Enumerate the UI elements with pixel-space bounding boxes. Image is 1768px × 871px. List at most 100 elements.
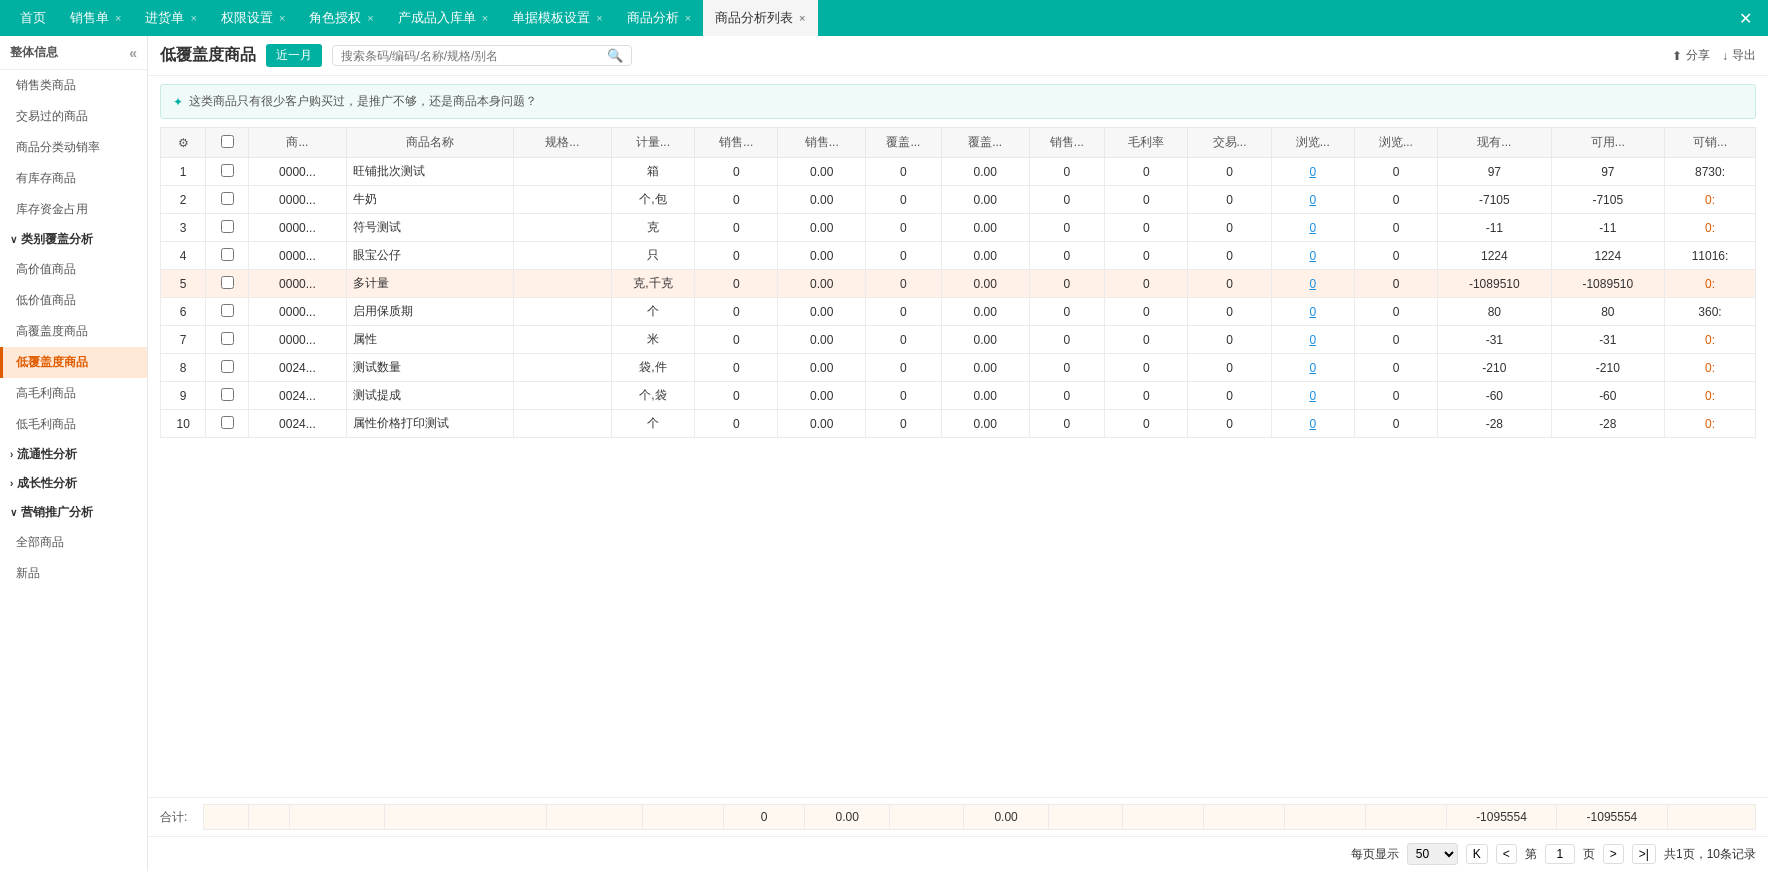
table-row[interactable]: 7 0000... 属性 米 0 0.00 0 0.00 0 0 0 0 0 -… <box>161 326 1756 354</box>
row-browse1[interactable]: 0 <box>1271 410 1354 438</box>
col-settings[interactable]: ⚙ <box>161 128 206 158</box>
next-page-button[interactable]: > <box>1603 844 1624 864</box>
nav-tab-home[interactable]: 首页 <box>8 0 58 36</box>
sidebar-item-category-rate[interactable]: 商品分类动销率 <box>0 132 147 163</box>
sidebar-group-liquidity[interactable]: ›流通性分析 <box>0 440 147 469</box>
close-icon[interactable]: × <box>799 12 805 24</box>
row-unit: 个,包 <box>611 186 694 214</box>
table-row[interactable]: 6 0000... 启用保质期 个 0 0.00 0 0.00 0 0 0 0 … <box>161 298 1756 326</box>
first-page-button[interactable]: K <box>1466 844 1488 864</box>
row-select-checkbox[interactable] <box>221 192 234 205</box>
row-select-checkbox[interactable] <box>221 276 234 289</box>
row-available: -210 <box>1551 354 1664 382</box>
close-icon[interactable]: × <box>190 12 196 24</box>
table-row[interactable]: 10 0024... 属性价格打印测试 个 0 0.00 0 0.00 0 0 … <box>161 410 1756 438</box>
row-checkbox[interactable] <box>206 298 248 326</box>
page-size-select[interactable]: 50 100 200 <box>1407 843 1458 865</box>
row-browse1[interactable]: 0 <box>1271 214 1354 242</box>
nav-tab-purchase[interactable]: 进货单 × <box>133 0 208 36</box>
table-row[interactable]: 2 0000... 牛奶 个,包 0 0.00 0 0.00 0 0 0 0 0… <box>161 186 1756 214</box>
row-margin: 0 <box>1105 354 1188 382</box>
sidebar-item-new-goods[interactable]: 新品 <box>0 558 147 589</box>
close-icon[interactable]: × <box>115 12 121 24</box>
page-number-input[interactable] <box>1545 844 1575 864</box>
search-input[interactable] <box>341 49 607 63</box>
sidebar-group-coverage[interactable]: ∨类别覆盖分析 <box>0 225 147 254</box>
sidebar-item-low-coverage[interactable]: 低覆盖度商品 <box>0 347 147 378</box>
sidebar-item-stock-capital[interactable]: 库存资金占用 <box>0 194 147 225</box>
select-all-checkbox[interactable] <box>221 135 234 148</box>
table-row[interactable]: 8 0024... 测试数量 袋,件 0 0.00 0 0.00 0 0 0 0… <box>161 354 1756 382</box>
sidebar-group-growth[interactable]: ›成长性分析 <box>0 469 147 498</box>
sidebar-group-marketing[interactable]: ∨营销推广分析 <box>0 498 147 527</box>
row-checkbox[interactable] <box>206 410 248 438</box>
row-select-checkbox[interactable] <box>221 304 234 317</box>
nav-tab-permissions[interactable]: 权限设置 × <box>209 0 297 36</box>
export-button[interactable]: ↓ 导出 <box>1722 47 1756 64</box>
nav-tab-sales[interactable]: 销售单 × <box>58 0 133 36</box>
row-select-checkbox[interactable] <box>221 416 234 429</box>
prev-page-button[interactable]: < <box>1496 844 1517 864</box>
sidebar-item-all-goods[interactable]: 全部商品 <box>0 527 147 558</box>
row-browse1[interactable]: 0 <box>1271 382 1354 410</box>
share-button[interactable]: ⬆ 分享 <box>1672 47 1710 64</box>
sidebar-item-in-stock[interactable]: 有库存商品 <box>0 163 147 194</box>
row-browse1[interactable]: 0 <box>1271 242 1354 270</box>
row-checkbox[interactable] <box>206 382 248 410</box>
row-select-checkbox[interactable] <box>221 164 234 177</box>
row-browse1[interactable]: 0 <box>1271 298 1354 326</box>
sidebar-item-high-value[interactable]: 高价值商品 <box>0 254 147 285</box>
table-row[interactable]: 5 0000... 多计量 克,千克 0 0.00 0 0.00 0 0 0 0… <box>161 270 1756 298</box>
row-select-checkbox[interactable] <box>221 248 234 261</box>
table-row[interactable]: 9 0024... 测试提成 个,袋 0 0.00 0 0.00 0 0 0 0… <box>161 382 1756 410</box>
col-checkbox[interactable] <box>206 128 248 158</box>
sidebar-item-low-margin[interactable]: 低毛利商品 <box>0 409 147 440</box>
sidebar-item-sales-goods[interactable]: 销售类商品 <box>0 70 147 101</box>
table-row[interactable]: 1 0000... 旺铺批次测试 箱 0 0.00 0 0.00 0 0 0 0… <box>161 158 1756 186</box>
row-browse1[interactable]: 0 <box>1271 158 1354 186</box>
row-browse1[interactable]: 0 <box>1271 186 1354 214</box>
row-cover2: 0.00 <box>941 158 1029 186</box>
close-icon[interactable]: × <box>596 12 602 24</box>
row-trade: 0 <box>1188 298 1271 326</box>
sidebar-item-traded-goods[interactable]: 交易过的商品 <box>0 101 147 132</box>
nav-tab-analysis[interactable]: 商品分析 × <box>615 0 703 36</box>
nav-tab-templates[interactable]: 单据模板设置 × <box>500 0 614 36</box>
search-icon[interactable]: 🔍 <box>607 48 623 63</box>
row-num: 8 <box>161 354 206 382</box>
row-checkbox[interactable] <box>206 242 248 270</box>
close-icon[interactable]: × <box>279 12 285 24</box>
nav-tab-products[interactable]: 产成品入库单 × <box>386 0 500 36</box>
sidebar-collapse-button[interactable]: « <box>129 45 137 61</box>
nav-tab-analysis-list[interactable]: 商品分析列表 × <box>703 0 817 36</box>
close-icon[interactable]: × <box>482 12 488 24</box>
table-row[interactable]: 4 0000... 眼宝公仔 只 0 0.00 0 0.00 0 0 0 0 0… <box>161 242 1756 270</box>
row-checkbox[interactable] <box>206 158 248 186</box>
window-close-button[interactable]: ✕ <box>1731 9 1760 28</box>
period-button[interactable]: 近一月 <box>266 44 322 67</box>
row-checkbox[interactable] <box>206 214 248 242</box>
row-select-checkbox[interactable] <box>221 360 234 373</box>
sidebar-item-low-value[interactable]: 低价值商品 <box>0 285 147 316</box>
sidebar-item-high-coverage[interactable]: 高覆盖度商品 <box>0 316 147 347</box>
row-browse1[interactable]: 0 <box>1271 326 1354 354</box>
row-select-checkbox[interactable] <box>221 332 234 345</box>
row-checkbox[interactable] <box>206 354 248 382</box>
nav-tab-roles[interactable]: 角色授权 × <box>297 0 385 36</box>
sidebar-item-high-margin[interactable]: 高毛利商品 <box>0 378 147 409</box>
row-spec <box>513 326 611 354</box>
row-checkbox[interactable] <box>206 186 248 214</box>
row-available: 80 <box>1551 298 1664 326</box>
row-select-checkbox[interactable] <box>221 220 234 233</box>
row-browse1[interactable]: 0 <box>1271 270 1354 298</box>
row-checkbox[interactable] <box>206 270 248 298</box>
row-select-checkbox[interactable] <box>221 388 234 401</box>
row-browse1[interactable]: 0 <box>1271 354 1354 382</box>
close-icon[interactable]: × <box>367 12 373 24</box>
last-page-button[interactable]: >| <box>1632 844 1656 864</box>
row-checkbox[interactable] <box>206 326 248 354</box>
row-current: -31 <box>1438 326 1551 354</box>
close-icon[interactable]: × <box>685 12 691 24</box>
table-row[interactable]: 3 0000... 符号测试 克 0 0.00 0 0.00 0 0 0 0 0… <box>161 214 1756 242</box>
table-container[interactable]: ⚙ 商... 商品名称 规格... 计量... 销售... 销售... 覆盖..… <box>148 127 1768 797</box>
